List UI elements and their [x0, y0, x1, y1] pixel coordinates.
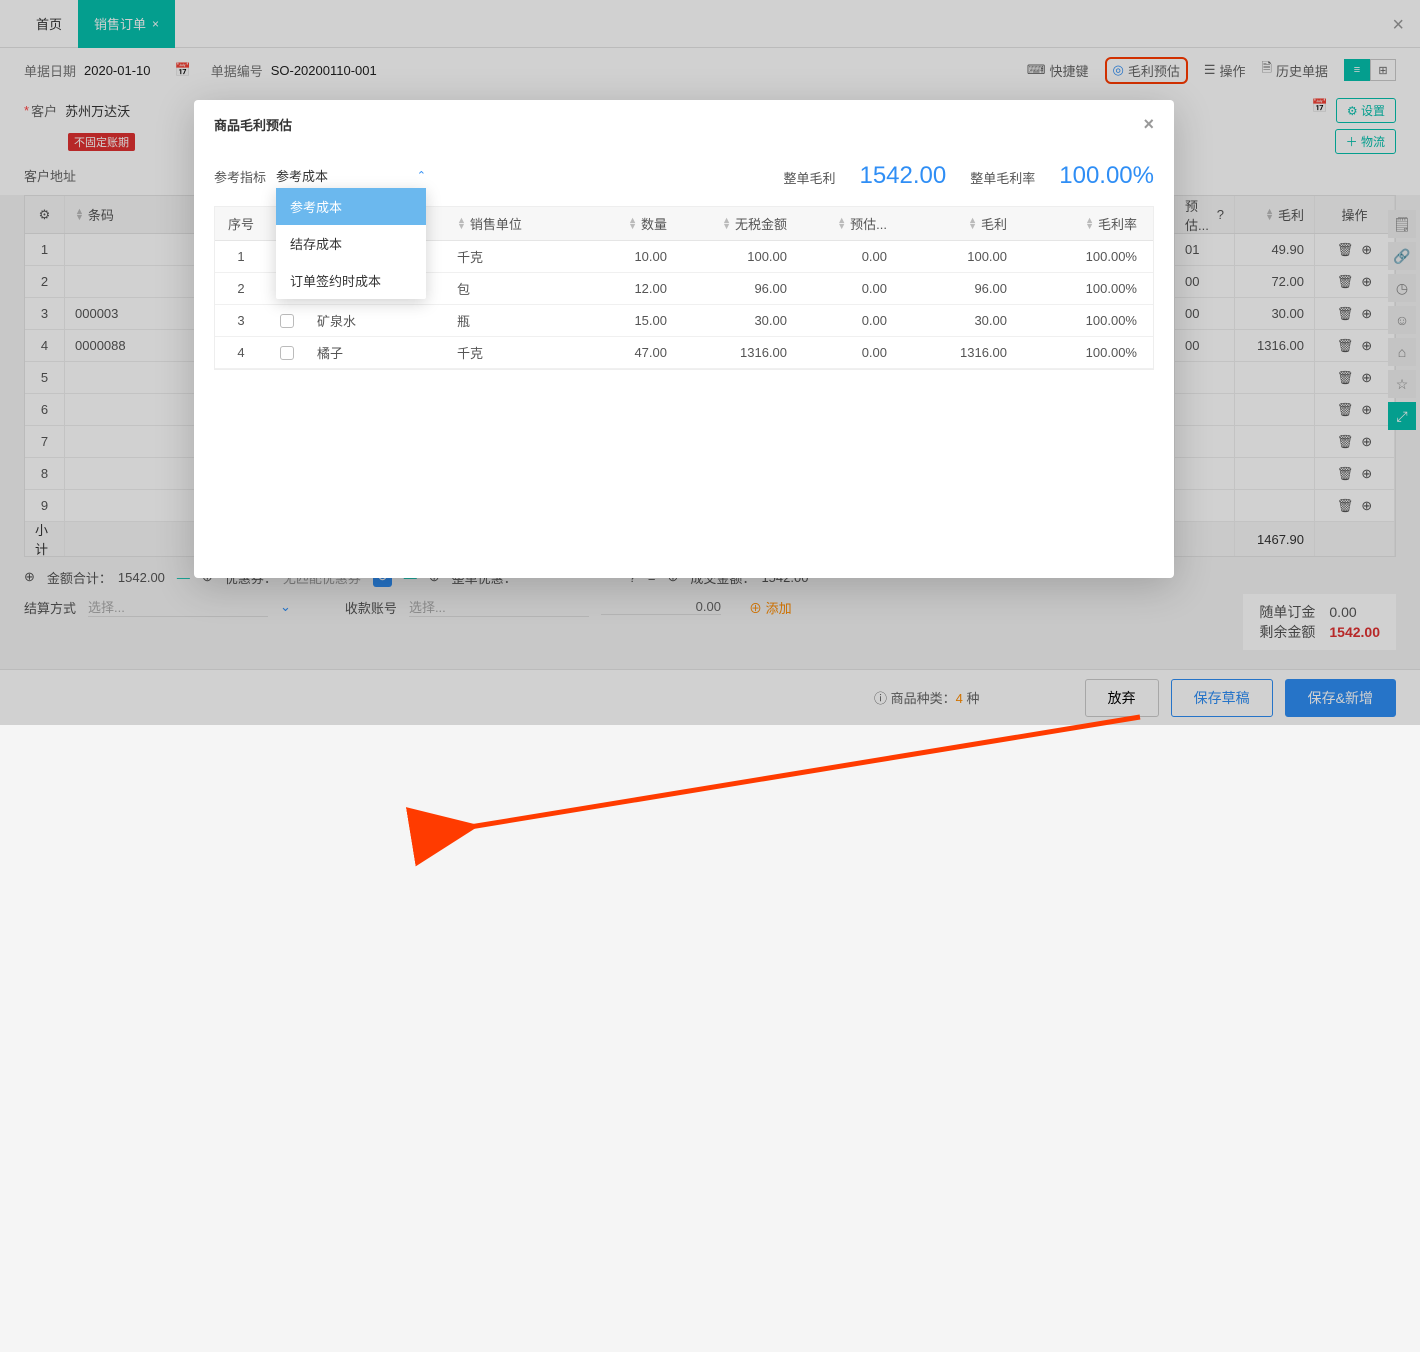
close-icon[interactable]: × — [1143, 114, 1154, 135]
stat-value: 1542.00 — [859, 162, 946, 190]
table-row[interactable]: 3矿泉水瓶15.0030.000.0030.00100.00% — [215, 305, 1153, 337]
col-unit[interactable]: ▲▼销售单位 — [447, 207, 567, 240]
modal-controls: 参考指标 参考成本 ⌃ 参考成本 结存成本 订单签约时成本 整单毛利 1542.… — [194, 148, 1174, 200]
col-amount[interactable]: ▲▼无税金额 — [677, 207, 797, 240]
checkbox[interactable] — [280, 314, 294, 328]
col-est[interactable]: ▲▼预估... — [797, 207, 897, 240]
stat-value: 100.00% — [1059, 162, 1154, 190]
dropdown-option[interactable]: 订单签约时成本 — [276, 262, 426, 299]
ref-value: 参考成本 — [276, 166, 328, 185]
chevron-up-icon: ⌃ — [417, 169, 426, 182]
checkbox[interactable] — [280, 346, 294, 360]
col-qty[interactable]: ▲▼数量 — [567, 207, 677, 240]
profit-modal: 商品毛利预估 × 参考指标 参考成本 ⌃ 参考成本 结存成本 订单签约时成本 整… — [194, 100, 1174, 578]
dropdown-option[interactable]: 参考成本 — [276, 188, 426, 225]
ref-label: 参考指标 — [214, 167, 266, 186]
dropdown-menu: 参考成本 结存成本 订单签约时成本 — [276, 188, 426, 299]
ref-dropdown[interactable]: 参考成本 ⌃ 参考成本 结存成本 订单签约时成本 — [276, 162, 426, 190]
stat-label: 整单毛利率 — [970, 168, 1035, 187]
col-profit[interactable]: ▲▼毛利 — [897, 207, 1017, 240]
table-row[interactable]: 4橘子千克47.001316.000.001316.00100.00% — [215, 337, 1153, 369]
col-rate[interactable]: ▲▼毛利率 — [1017, 207, 1147, 240]
col-seq: 序号 — [215, 207, 267, 240]
annotation-arrow — [0, 627, 1420, 1352]
modal-stats: 整单毛利 1542.00 整单毛利率 100.00% — [783, 162, 1154, 190]
dropdown-option[interactable]: 结存成本 — [276, 225, 426, 262]
stat-label: 整单毛利 — [783, 168, 835, 187]
modal-header: 商品毛利预估 × — [194, 100, 1174, 148]
modal-title: 商品毛利预估 — [214, 115, 292, 134]
